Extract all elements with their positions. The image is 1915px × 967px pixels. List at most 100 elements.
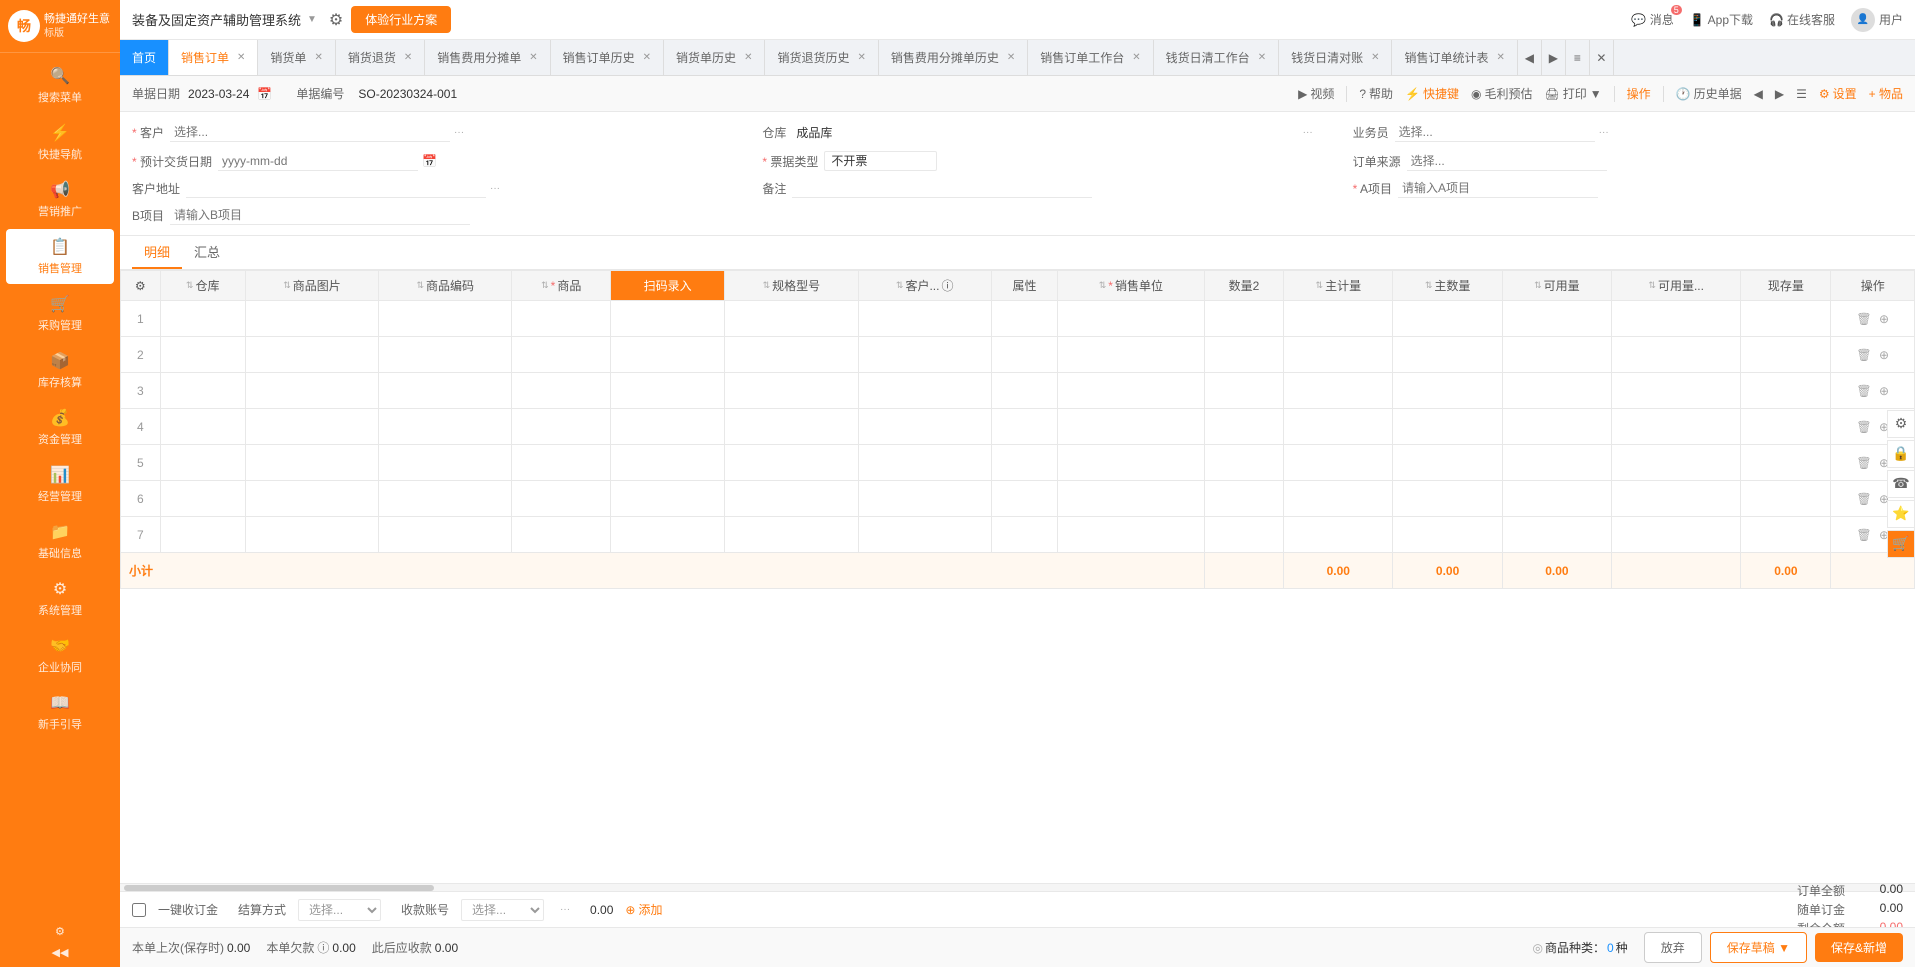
row-warehouse[interactable] bbox=[160, 301, 245, 337]
row-property[interactable] bbox=[991, 373, 1057, 409]
warehouse-more-icon[interactable]: ··· bbox=[1303, 127, 1313, 138]
tab-close-icon[interactable]: ✕ bbox=[1497, 52, 1505, 63]
row-customer[interactable] bbox=[858, 481, 991, 517]
tab-sales-order[interactable]: 销售订单 ✕ bbox=[169, 40, 258, 76]
shortcut-btn[interactable]: ⚡ 快捷键 bbox=[1405, 85, 1459, 102]
row-code[interactable] bbox=[379, 301, 512, 337]
row-customer[interactable] bbox=[858, 301, 991, 337]
address-more-icon[interactable]: ··· bbox=[490, 183, 500, 194]
row-code[interactable] bbox=[379, 481, 512, 517]
add-goods-btn[interactable]: + 物品 bbox=[1869, 85, 1903, 102]
row-main-qty[interactable] bbox=[1393, 517, 1502, 553]
sidebar-bottom-settings[interactable]: ⚙ bbox=[55, 925, 65, 938]
tab-daily-reconcile[interactable]: 钱货日清对账 ✕ bbox=[1279, 40, 1392, 76]
row-scan[interactable] bbox=[611, 445, 725, 481]
customer-more-icon[interactable]: ··· bbox=[454, 127, 464, 138]
sidebar-item-purchase[interactable]: 🛒 采购管理 bbox=[0, 286, 120, 341]
sidebar-item-marketing[interactable]: 📢 营销推广 bbox=[0, 172, 120, 227]
row-current-qty[interactable] bbox=[1741, 301, 1831, 337]
row-unit[interactable] bbox=[1058, 373, 1205, 409]
tab-close-icon[interactable]: ✕ bbox=[1007, 52, 1015, 63]
row-unit[interactable] bbox=[1058, 409, 1205, 445]
remark-input[interactable] bbox=[792, 179, 1092, 198]
row-warehouse[interactable] bbox=[160, 337, 245, 373]
topbar-settings-icon[interactable]: ⚙ bbox=[329, 10, 343, 30]
tab-sales-slip[interactable]: 销货单 ✕ bbox=[258, 40, 335, 76]
tab-sales-history[interactable]: 销售订单历史 ✕ bbox=[551, 40, 664, 76]
row-warehouse[interactable] bbox=[160, 409, 245, 445]
row-main-unit[interactable] bbox=[1284, 409, 1393, 445]
payment-method-select[interactable]: 选择... bbox=[298, 899, 381, 921]
tab-menu-btn[interactable]: ≡ bbox=[1566, 40, 1590, 76]
horizontal-scrollbar[interactable] bbox=[124, 885, 434, 891]
row-main-unit[interactable] bbox=[1284, 517, 1393, 553]
copy-icon[interactable]: ⊕ bbox=[1879, 348, 1889, 362]
b-project-input[interactable] bbox=[170, 206, 470, 225]
operate-btn[interactable]: 操作 bbox=[1627, 85, 1651, 102]
row-warehouse[interactable] bbox=[160, 445, 245, 481]
row-goods[interactable] bbox=[512, 337, 611, 373]
detail-tab-detail[interactable]: 明细 bbox=[132, 236, 182, 269]
row-available-qty2[interactable] bbox=[1612, 337, 1741, 373]
tab-sales-return[interactable]: 销货退货 ✕ bbox=[336, 40, 425, 76]
row-available-qty2[interactable] bbox=[1612, 517, 1741, 553]
tab-sales-fee[interactable]: 销售费用分摊单 ✕ bbox=[425, 40, 550, 76]
sidebar-bottom-collapse[interactable]: ◀◀ bbox=[52, 946, 69, 959]
row-available-qty[interactable] bbox=[1502, 301, 1611, 337]
float-btn-2[interactable]: 🔒 bbox=[1887, 440, 1915, 468]
row-property[interactable] bbox=[991, 301, 1057, 337]
row-main-unit[interactable] bbox=[1284, 481, 1393, 517]
tab-close-icon[interactable]: ✕ bbox=[857, 52, 865, 63]
row-customer[interactable] bbox=[858, 445, 991, 481]
row-unit[interactable] bbox=[1058, 481, 1205, 517]
row-customer[interactable] bbox=[858, 409, 991, 445]
row-current-qty[interactable] bbox=[1741, 373, 1831, 409]
row-available-qty[interactable] bbox=[1502, 337, 1611, 373]
row-current-qty[interactable] bbox=[1741, 445, 1831, 481]
row-main-qty[interactable] bbox=[1393, 301, 1502, 337]
row-qty2[interactable] bbox=[1204, 409, 1283, 445]
sidebar-item-inventory[interactable]: 📦 库存核算 bbox=[0, 343, 120, 398]
row-property[interactable] bbox=[991, 481, 1057, 517]
app-download-btn[interactable]: 📱 App下载 bbox=[1690, 11, 1753, 28]
online-service-btn[interactable]: 🎧 在线客服 bbox=[1769, 11, 1835, 28]
profit-btn[interactable]: ◉ 毛利预估 bbox=[1471, 85, 1533, 102]
th-scan[interactable]: 扫码录入 bbox=[611, 271, 725, 301]
a-project-input[interactable] bbox=[1398, 179, 1598, 198]
grid-view-btn[interactable]: ☰ bbox=[1796, 87, 1807, 101]
one-key-checkbox[interactable] bbox=[132, 903, 146, 917]
row-code[interactable] bbox=[379, 517, 512, 553]
row-unit[interactable] bbox=[1058, 445, 1205, 481]
print-btn[interactable]: 🖨 打印 ▼ bbox=[1545, 85, 1602, 102]
row-available-qty2[interactable] bbox=[1612, 409, 1741, 445]
delete-icon[interactable]: 🗑 bbox=[1856, 456, 1871, 470]
sidebar-item-enterprise[interactable]: 🤝 企业协同 bbox=[0, 628, 120, 683]
sidebar-item-guide[interactable]: 📖 新手引导 bbox=[0, 685, 120, 740]
row-main-qty[interactable] bbox=[1393, 481, 1502, 517]
row-customer[interactable] bbox=[858, 517, 991, 553]
salesman-input[interactable] bbox=[1395, 123, 1595, 142]
row-code[interactable] bbox=[379, 409, 512, 445]
tab-home[interactable]: 首页 bbox=[120, 40, 169, 76]
delete-icon[interactable]: 🗑 bbox=[1856, 420, 1871, 434]
next-record-btn[interactable]: ▶ bbox=[1775, 87, 1784, 101]
row-code[interactable] bbox=[379, 337, 512, 373]
row-main-qty[interactable] bbox=[1393, 445, 1502, 481]
row-qty2[interactable] bbox=[1204, 337, 1283, 373]
save-draft-button[interactable]: 保存草稿 ▼ bbox=[1710, 932, 1807, 963]
row-qty2[interactable] bbox=[1204, 373, 1283, 409]
history-btn[interactable]: 🕐 历史单据 bbox=[1676, 85, 1742, 102]
row-customer[interactable] bbox=[858, 373, 991, 409]
delete-icon[interactable]: 🗑 bbox=[1856, 528, 1871, 542]
row-customer[interactable] bbox=[858, 337, 991, 373]
row-available-qty[interactable] bbox=[1502, 481, 1611, 517]
delete-icon[interactable]: 🗑 bbox=[1856, 492, 1871, 506]
row-available-qty2[interactable] bbox=[1612, 445, 1741, 481]
app-selector[interactable]: 装备及固定资产辅助管理系统 ▼ bbox=[132, 10, 317, 29]
row-main-unit[interactable] bbox=[1284, 337, 1393, 373]
row-property[interactable] bbox=[991, 409, 1057, 445]
row-scan[interactable] bbox=[611, 517, 725, 553]
row-spec[interactable] bbox=[725, 517, 858, 553]
row-goods[interactable] bbox=[512, 517, 611, 553]
delivery-date-calendar-icon[interactable]: 📅 bbox=[422, 154, 437, 168]
